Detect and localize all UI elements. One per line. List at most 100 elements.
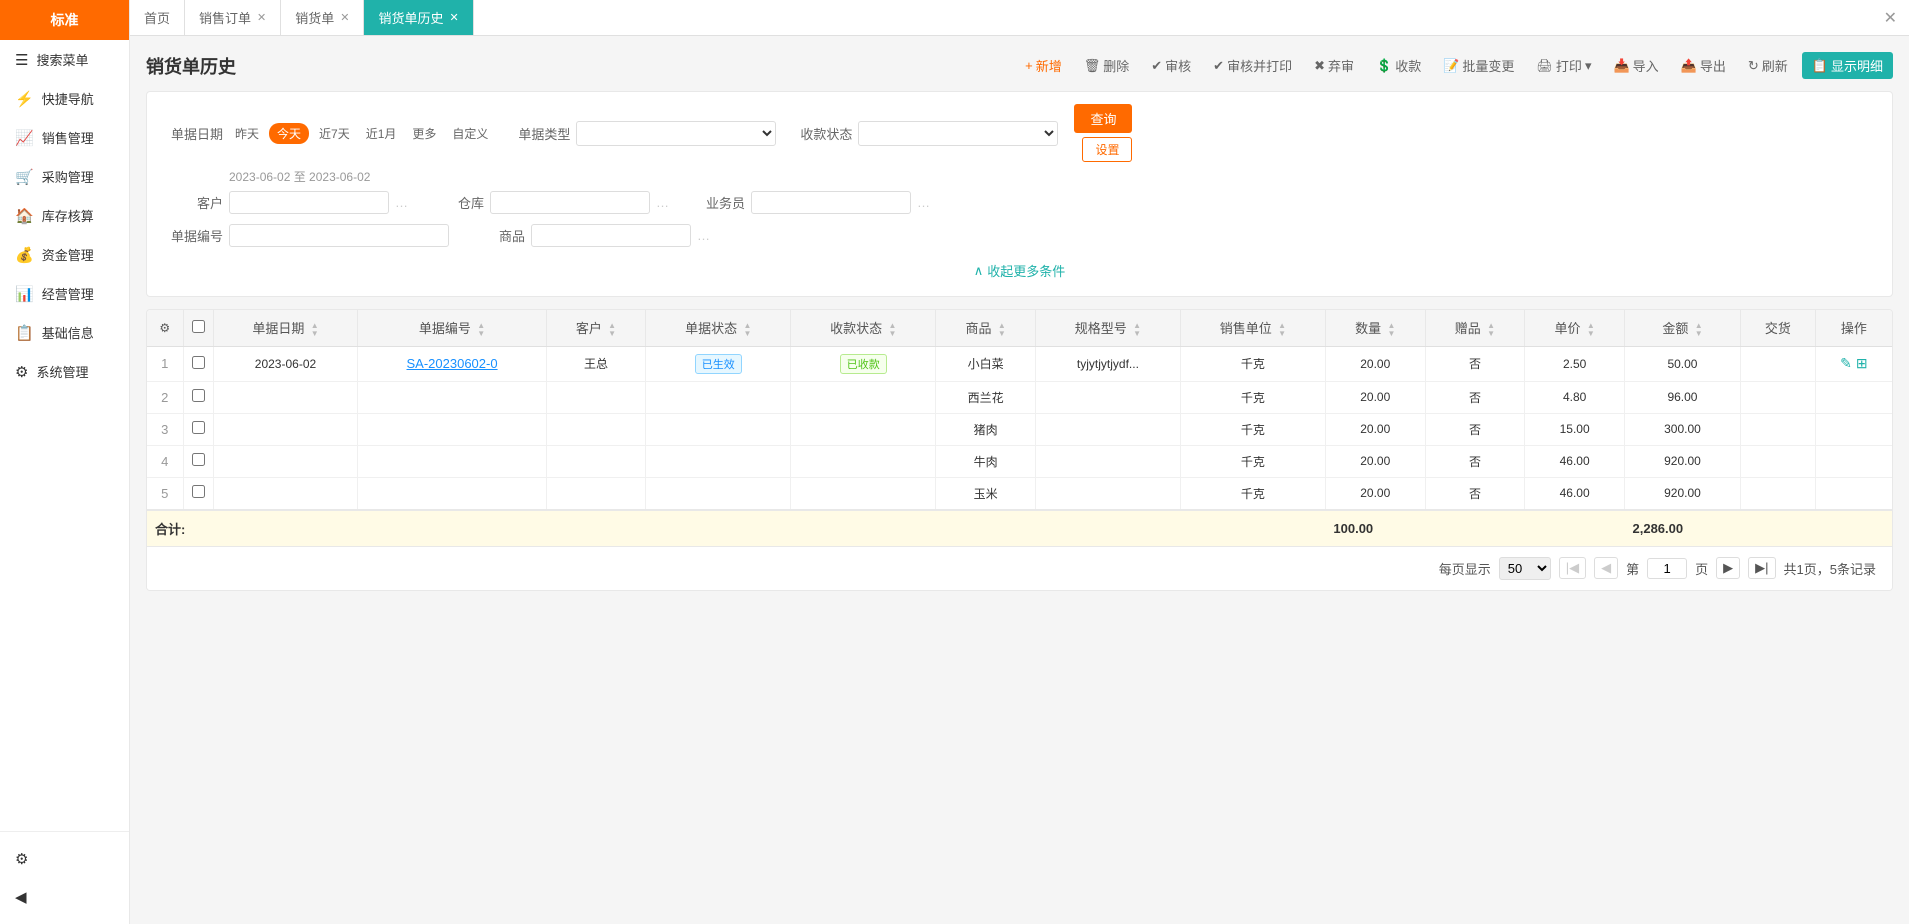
customer-dots[interactable]: … — [395, 195, 408, 210]
batch-change-button[interactable]: 📝 批量变更 — [1435, 52, 1522, 79]
sort-icon-unit-price: ▲▼ — [1587, 322, 1595, 338]
col-gear[interactable]: ⚙ — [147, 310, 183, 346]
refresh-button[interactable]: ↻ 刷新 — [1740, 52, 1796, 79]
collect-button[interactable]: 💲 收款 — [1368, 52, 1429, 79]
row-checkbox-2[interactable] — [192, 421, 205, 434]
row-checkbox-4[interactable] — [192, 485, 205, 498]
warehouse-dots[interactable]: … — [656, 195, 669, 210]
tab-sales-order[interactable]: 销售订单 ✕ — [185, 0, 281, 35]
sidebar-item-quick-nav[interactable]: ⚡ 快捷导航 — [0, 79, 129, 118]
settings-bottom-icon: ⚙ — [15, 850, 28, 868]
tab-sales-goods-close[interactable]: ✕ — [340, 11, 349, 24]
query-button[interactable]: 查询 — [1074, 104, 1132, 133]
warehouse-input[interactable] — [490, 191, 650, 214]
row-checkbox-0[interactable] — [192, 356, 205, 369]
col-collect-status[interactable]: 收款状态 ▲▼ — [791, 310, 936, 346]
doc-no-input[interactable] — [229, 224, 449, 247]
action-icons: ✎ ⊞ — [1824, 355, 1884, 372]
abandon-button[interactable]: ✖ 弃审 — [1306, 52, 1362, 79]
salesperson-input[interactable] — [751, 191, 911, 214]
date-shortcut-7days[interactable]: 近7天 — [313, 123, 356, 144]
sidebar-item-inventory-calc[interactable]: 🏠 库存核算 — [0, 196, 129, 235]
row-doc-no[interactable] — [358, 445, 546, 477]
tab-sales-goods[interactable]: 销货单 ✕ — [281, 0, 364, 35]
print-dropdown-icon: ▾ — [1585, 58, 1592, 74]
audit-button[interactable]: ✔ 审核 — [1143, 52, 1199, 79]
product-input[interactable] — [531, 224, 691, 247]
row-doc-no[interactable] — [358, 413, 546, 445]
import-button[interactable]: 📥 导入 — [1605, 52, 1666, 79]
sidebar-collapse[interactable]: ◀ — [0, 878, 129, 916]
sidebar-item-label: 搜索菜单 — [36, 50, 88, 69]
col-sales-unit[interactable]: 销售单位 ▲▼ — [1180, 310, 1325, 346]
edit-action-icon[interactable]: ✎ — [1840, 355, 1852, 372]
next-page-button[interactable]: ▶ — [1716, 557, 1740, 579]
filter-group-salesperson: 业务员 … — [685, 191, 930, 214]
col-quantity[interactable]: 数量 ▲▼ — [1325, 310, 1425, 346]
tab-sales-history-close[interactable]: ✕ — [450, 11, 459, 24]
last-page-button[interactable]: ▶| — [1748, 557, 1775, 579]
export-button[interactable]: 📤 导出 — [1673, 52, 1734, 79]
print-button[interactable]: 🖨 打印 ▾ — [1528, 52, 1599, 79]
sidebar-item-finance-mgmt[interactable]: 💰 资金管理 — [0, 235, 129, 274]
row-actions[interactable]: ✎ ⊞ — [1815, 346, 1892, 381]
page-input[interactable]: 1 — [1647, 558, 1687, 579]
setup-button[interactable]: 设置 — [1082, 137, 1132, 162]
summary-unit-price-empty — [1525, 510, 1625, 546]
doc-type-select[interactable] — [576, 121, 776, 146]
show-detail-button[interactable]: 📋 显示明细 — [1802, 52, 1893, 79]
date-shortcut-1month[interactable]: 近1月 — [360, 123, 403, 144]
row-checkbox-3[interactable] — [192, 453, 205, 466]
close-all-tabs[interactable]: ✕ — [1872, 8, 1909, 28]
sidebar-item-basic-info[interactable]: 📋 基础信息 — [0, 313, 129, 352]
col-spec-type[interactable]: 规格型号 ▲▼ — [1035, 310, 1180, 346]
sidebar-item-system-mgmt[interactable]: ⚙ 系统管理 — [0, 352, 129, 391]
collect-status-select[interactable] — [858, 121, 1058, 146]
col-amount[interactable]: 金额 ▲▼ — [1625, 310, 1741, 346]
first-page-button[interactable]: |◀ — [1559, 557, 1586, 579]
sidebar-item-sales-mgmt[interactable]: 📈 销售管理 — [0, 118, 129, 157]
collapse-button[interactable]: ∧ 收起更多条件 — [970, 257, 1070, 284]
sidebar-item-ops-mgmt[interactable]: 📊 经营管理 — [0, 274, 129, 313]
date-shortcut-custom[interactable]: 自定义 — [446, 123, 494, 144]
row-doc-no[interactable]: SA-20230602-0 — [358, 346, 546, 381]
col-doc-no[interactable]: 单据编号 ▲▼ — [358, 310, 546, 346]
sidebar-item-search-menu[interactable]: ☰ 搜索菜单 — [0, 40, 129, 79]
date-shortcut-more[interactable]: 更多 — [406, 123, 442, 144]
collect-icon: 💲 — [1376, 58, 1392, 74]
select-all-checkbox[interactable] — [192, 320, 205, 333]
col-product[interactable]: 商品 ▲▼ — [936, 310, 1036, 346]
col-gift[interactable]: 赠品 ▲▼ — [1425, 310, 1525, 346]
customer-input[interactable] — [229, 191, 389, 214]
prev-page-button[interactable]: ◀ — [1594, 557, 1618, 579]
search-menu-icon: ☰ — [15, 51, 28, 69]
col-doc-status[interactable]: 单据状态 ▲▼ — [646, 310, 791, 346]
collect-status-label: 收款状态 — [792, 124, 852, 143]
per-page-select[interactable]: 50 100 — [1499, 557, 1551, 580]
row-delivery — [1740, 346, 1815, 381]
row-doc-status — [646, 477, 791, 510]
tab-sales-history[interactable]: 销货单历史 ✕ — [364, 0, 473, 35]
delete-button[interactable]: 🗑 删除 — [1076, 52, 1138, 79]
row-actions — [1815, 477, 1892, 510]
salesperson-dots[interactable]: … — [917, 195, 930, 210]
date-shortcut-today[interactable]: 今天 — [269, 123, 309, 144]
sidebar-item-purchase-mgmt[interactable]: 🛒 采购管理 — [0, 157, 129, 196]
new-button[interactable]: + 新增 — [1017, 52, 1070, 79]
col-customer[interactable]: 客户 ▲▼ — [546, 310, 646, 346]
col-doc-date[interactable]: 单据日期 ▲▼ — [213, 310, 358, 346]
sidebar-bottom-settings[interactable]: ⚙ — [0, 840, 129, 878]
row-doc-no-link[interactable]: SA-20230602-0 — [407, 356, 498, 371]
col-unit-price[interactable]: 单价 ▲▼ — [1525, 310, 1625, 346]
product-dots[interactable]: … — [697, 228, 710, 243]
tab-home[interactable]: 首页 — [130, 0, 185, 35]
row-quantity: 20.00 — [1325, 445, 1425, 477]
collapse-icon: ◀ — [15, 888, 27, 906]
tab-sales-order-close[interactable]: ✕ — [257, 11, 266, 24]
row-doc-no[interactable] — [358, 381, 546, 413]
audit-print-button[interactable]: ✔ 审核并打印 — [1205, 52, 1300, 79]
row-doc-no[interactable] — [358, 477, 546, 510]
detail-action-icon[interactable]: ⊞ — [1856, 355, 1868, 372]
row-checkbox-1[interactable] — [192, 389, 205, 402]
date-shortcut-yesterday[interactable]: 昨天 — [229, 123, 265, 144]
